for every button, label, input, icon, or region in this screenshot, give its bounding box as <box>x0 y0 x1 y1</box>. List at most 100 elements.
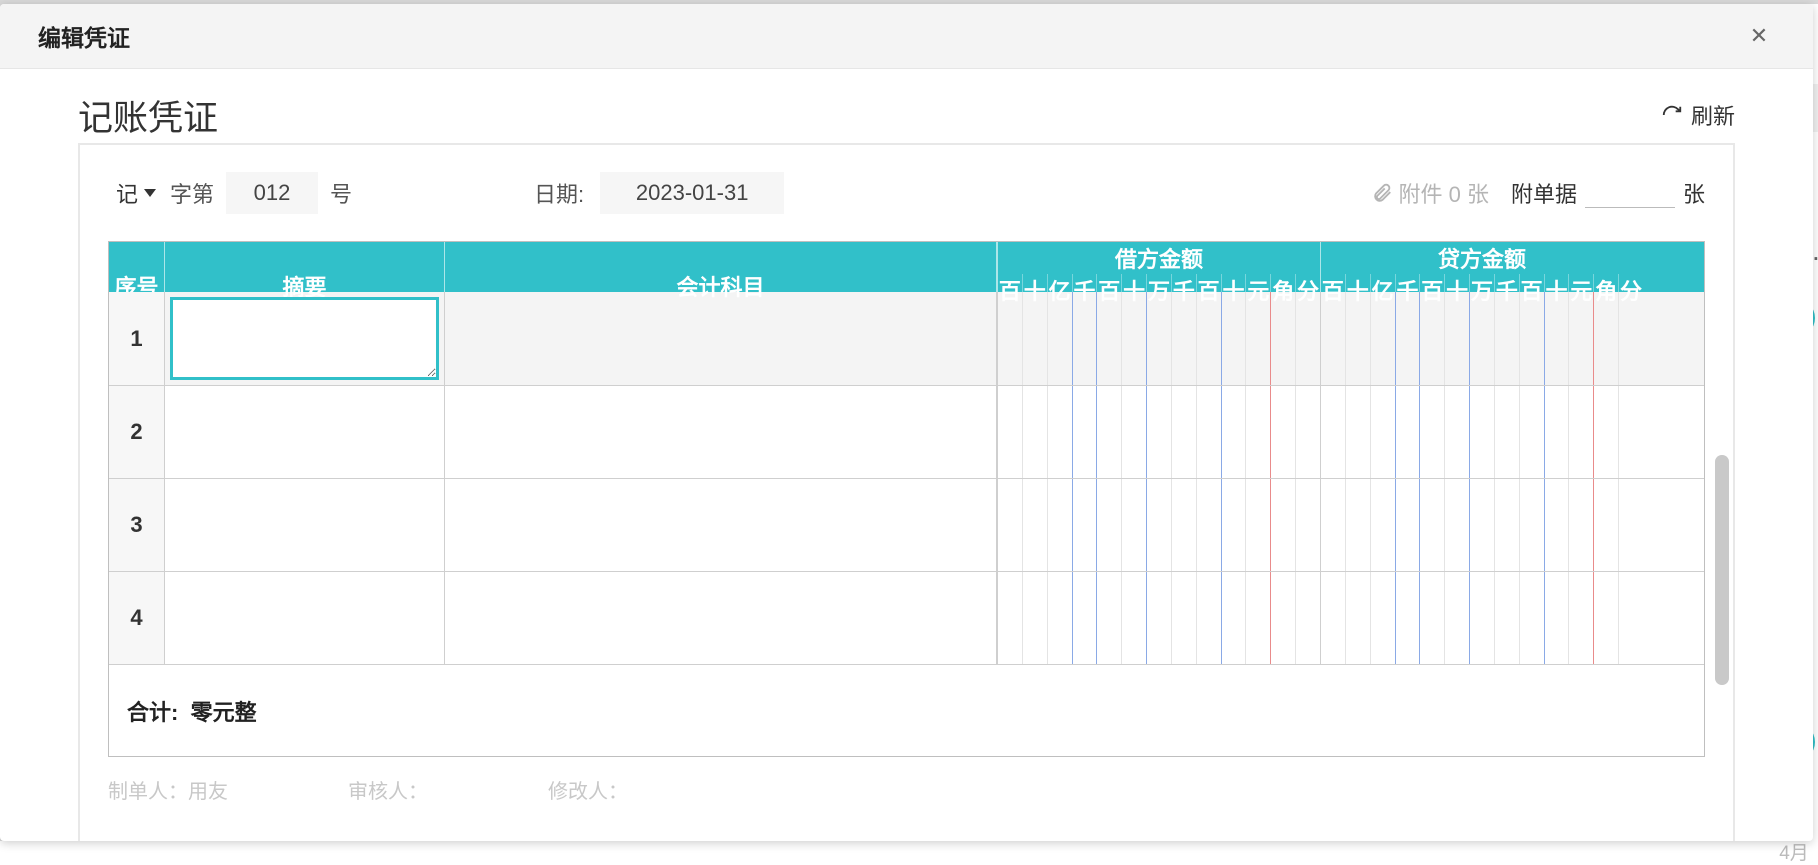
amount-cell[interactable] <box>1097 292 1122 385</box>
amount-cell[interactable] <box>1222 292 1247 385</box>
amount-cell[interactable] <box>1346 292 1371 385</box>
account-cell[interactable] <box>445 386 997 478</box>
amount-cell[interactable] <box>1023 479 1048 571</box>
attachment-button[interactable]: 附件 0 张 <box>1371 177 1489 209</box>
amount-cell[interactable] <box>1023 292 1048 385</box>
amount-cell[interactable] <box>1147 386 1172 478</box>
amount-cell[interactable] <box>1122 479 1147 571</box>
amount-cell[interactable] <box>1222 572 1247 664</box>
amount-cell[interactable] <box>1396 292 1421 385</box>
summary-cell[interactable] <box>165 292 445 385</box>
amount-cell[interactable] <box>1371 479 1396 571</box>
amount-cell[interactable] <box>1048 479 1073 571</box>
amount-cell[interactable] <box>1396 479 1421 571</box>
amount-cell[interactable] <box>1594 479 1619 571</box>
amount-cell[interactable] <box>1271 479 1296 571</box>
amount-cell[interactable] <box>1371 572 1396 664</box>
amount-cell[interactable] <box>1545 292 1570 385</box>
amount-cell[interactable] <box>1619 572 1643 664</box>
amount-cell[interactable] <box>1122 572 1147 664</box>
amount-cell[interactable] <box>998 386 1023 478</box>
amount-cell[interactable] <box>1197 292 1222 385</box>
amount-cell[interactable] <box>1122 292 1147 385</box>
amount-cell[interactable] <box>1495 386 1520 478</box>
amount-cell[interactable] <box>1371 386 1396 478</box>
amount-cell[interactable] <box>1271 292 1296 385</box>
amount-cell[interactable] <box>1172 292 1197 385</box>
amount-cell[interactable] <box>1619 479 1643 571</box>
voucher-number-input[interactable]: 012 <box>226 172 318 214</box>
amount-cell[interactable] <box>1246 479 1271 571</box>
account-cell[interactable] <box>445 572 997 664</box>
amount-cell[interactable] <box>1073 572 1098 664</box>
amount-cell[interactable] <box>1346 386 1371 478</box>
amount-cell[interactable] <box>1023 572 1048 664</box>
amount-cell[interactable] <box>1048 572 1073 664</box>
amount-cell[interactable] <box>1545 479 1570 571</box>
amount-cell[interactable] <box>1296 292 1320 385</box>
amount-cell[interactable] <box>1197 572 1222 664</box>
amount-cell[interactable] <box>1594 292 1619 385</box>
account-cell[interactable] <box>445 479 997 571</box>
amount-cell[interactable] <box>1445 479 1470 571</box>
amount-cell[interactable] <box>1569 572 1594 664</box>
amount-cell[interactable] <box>1470 572 1495 664</box>
amount-cell[interactable] <box>1470 386 1495 478</box>
amount-cell[interactable] <box>1495 572 1520 664</box>
amount-cell[interactable] <box>1197 479 1222 571</box>
summary-cell[interactable] <box>165 386 445 478</box>
table-row[interactable]: 1 <box>109 292 1704 385</box>
amount-cell[interactable] <box>1246 292 1271 385</box>
amount-cell[interactable] <box>1495 479 1520 571</box>
summary-cell[interactable] <box>165 572 445 664</box>
amount-cell[interactable] <box>1172 386 1197 478</box>
amount-cell[interactable] <box>1495 292 1520 385</box>
sidebar-month-4[interactable]: 4月 <box>1774 838 1814 865</box>
amount-cell[interactable] <box>1545 572 1570 664</box>
amount-cell[interactable] <box>1147 572 1172 664</box>
amount-cell[interactable] <box>1321 572 1346 664</box>
amount-cell[interactable] <box>1619 386 1643 478</box>
amount-cell[interactable] <box>1172 572 1197 664</box>
refresh-button[interactable]: 刷新 <box>1661 99 1735 131</box>
amount-cell[interactable] <box>1073 386 1098 478</box>
amount-cell[interactable] <box>1470 292 1495 385</box>
summary-cell[interactable] <box>165 479 445 571</box>
amount-cell[interactable] <box>1172 479 1197 571</box>
table-row[interactable]: 4 <box>109 571 1704 664</box>
amount-cell[interactable] <box>1023 386 1048 478</box>
amount-cell[interactable] <box>1197 386 1222 478</box>
amount-cell[interactable] <box>1321 386 1346 478</box>
amount-cell[interactable] <box>1271 572 1296 664</box>
amount-cell[interactable] <box>1246 386 1271 478</box>
amount-cell[interactable] <box>1420 572 1445 664</box>
table-row[interactable]: 2 <box>109 385 1704 478</box>
amount-cell[interactable] <box>998 572 1023 664</box>
amount-cell[interactable] <box>998 479 1023 571</box>
amount-cell[interactable] <box>1246 572 1271 664</box>
amount-cell[interactable] <box>1097 572 1122 664</box>
amount-cell[interactable] <box>1520 386 1545 478</box>
amount-cell[interactable] <box>1569 479 1594 571</box>
scrollbar-track[interactable] <box>1715 455 1729 685</box>
amount-cell[interactable] <box>1470 479 1495 571</box>
amount-cell[interactable] <box>1073 292 1098 385</box>
amount-cell[interactable] <box>1073 479 1098 571</box>
fudan-input[interactable] <box>1585 178 1675 208</box>
amount-cell[interactable] <box>1048 292 1073 385</box>
voucher-date-input[interactable]: 2023-01-31 <box>600 172 784 214</box>
amount-cell[interactable] <box>1520 572 1545 664</box>
amount-cell[interactable] <box>1321 292 1346 385</box>
amount-cell[interactable] <box>1321 479 1346 571</box>
amount-cell[interactable] <box>998 292 1023 385</box>
amount-cell[interactable] <box>1222 386 1247 478</box>
modal-close-button[interactable]: ✕ <box>1743 20 1775 52</box>
amount-cell[interactable] <box>1445 386 1470 478</box>
amount-cell[interactable] <box>1396 386 1421 478</box>
amount-cell[interactable] <box>1222 479 1247 571</box>
amount-cell[interactable] <box>1445 572 1470 664</box>
amount-cell[interactable] <box>1346 479 1371 571</box>
amount-cell[interactable] <box>1569 292 1594 385</box>
amount-cell[interactable] <box>1296 479 1320 571</box>
amount-cell[interactable] <box>1520 292 1545 385</box>
